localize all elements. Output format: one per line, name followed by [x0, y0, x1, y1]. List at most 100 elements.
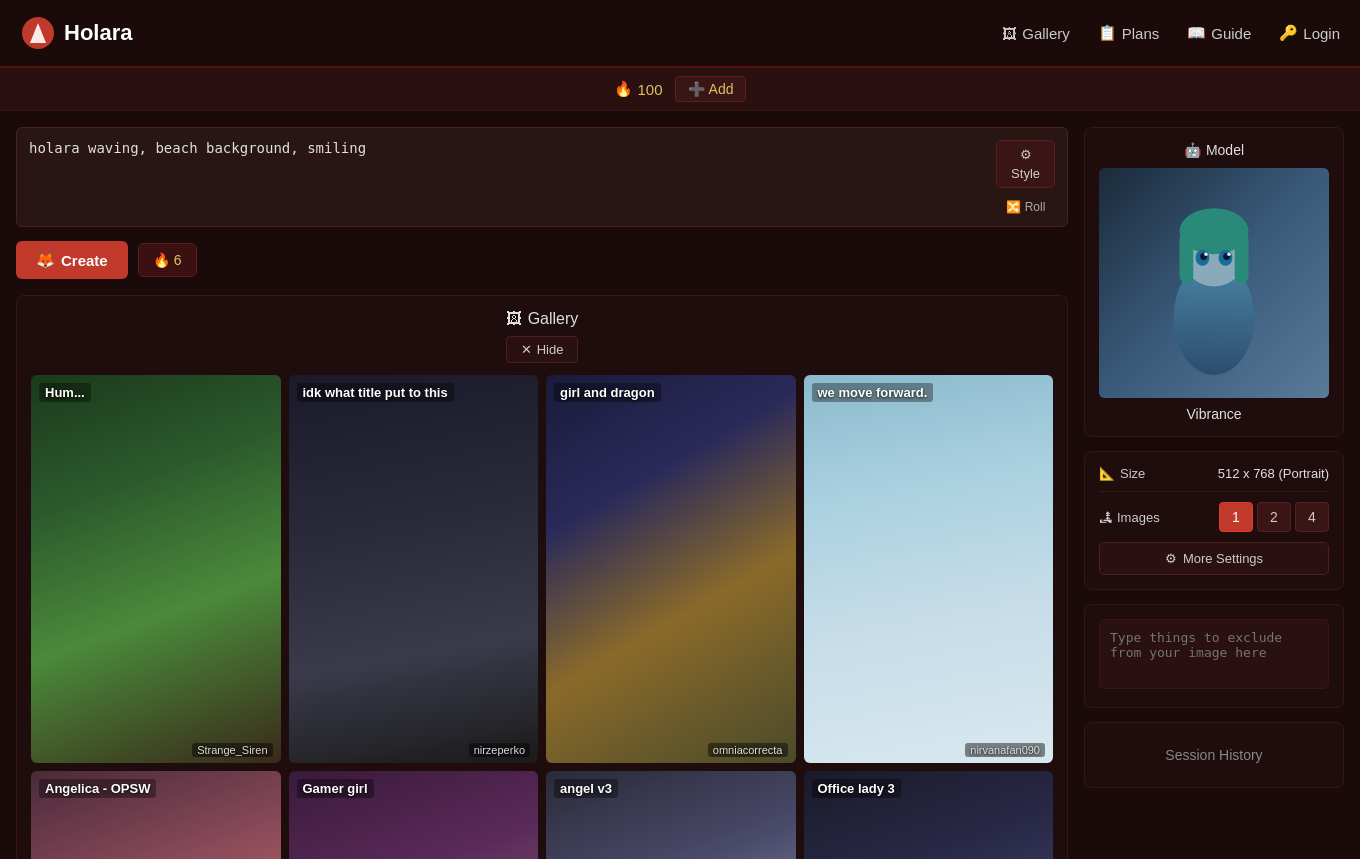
card-3-image: girl and dragon omniacorrecta	[546, 375, 796, 763]
prompt-textarea[interactable]: holara waving, beach background, smiling	[29, 140, 986, 200]
card-2-label: idk what title put to this	[297, 383, 454, 402]
create-button[interactable]: 🦊 Create	[16, 241, 128, 279]
hide-gallery-button[interactable]: ✕ Hide	[506, 336, 579, 363]
logo-text: Holara	[64, 20, 132, 46]
credits-display: 🔥 100	[614, 80, 663, 98]
right-sidebar: 🤖 Model	[1084, 127, 1344, 859]
size-icon: 📐	[1099, 466, 1115, 481]
images-icon: 🏞	[1099, 510, 1112, 525]
add-label: Add	[709, 81, 734, 97]
model-card: 🤖 Model	[1084, 127, 1344, 437]
card-8-label: Office lady 3	[812, 779, 901, 798]
guide-nav-icon: 📖	[1187, 24, 1206, 42]
main-content: holara waving, beach background, smiling…	[0, 111, 1360, 859]
add-credits-button[interactable]: ➕ Add	[675, 76, 747, 102]
gallery-header: 🖼 Gallery ✕ Hide	[31, 310, 1053, 363]
images-label: 🏞 Images	[1099, 510, 1160, 525]
create-cost-display: 🔥 6	[138, 243, 197, 277]
count-btn-2[interactable]: 2	[1257, 502, 1291, 532]
svg-point-13	[1227, 253, 1230, 256]
card-1-author: Strange_Siren	[192, 743, 272, 757]
create-icon: 🦊	[36, 251, 55, 269]
card-3-author: omniacorrecta	[708, 743, 788, 757]
svg-point-12	[1204, 253, 1207, 256]
gallery-card-3[interactable]: girl and dragon omniacorrecta	[546, 375, 796, 763]
card-8-image: Office lady 3	[804, 771, 1054, 859]
nav-plans[interactable]: 📋 Plans	[1098, 24, 1160, 42]
images-count-row: 🏞 Images 1 2 4	[1099, 502, 1329, 532]
gear-icon: ⚙	[1165, 551, 1177, 566]
size-label: 📐 Size	[1099, 466, 1145, 481]
gallery-card-2[interactable]: idk what title put to this nirzeperko	[289, 375, 539, 763]
count-btn-4[interactable]: 4	[1295, 502, 1329, 532]
size-value: 512 x 768 (Portrait)	[1218, 466, 1329, 481]
nav-guide[interactable]: 📖 Guide	[1187, 24, 1251, 42]
style-label: Style	[1011, 166, 1040, 181]
style-icon: ⚙	[1020, 147, 1032, 162]
model-title-label: Model	[1206, 142, 1244, 158]
gallery-section: 🖼 Gallery ✕ Hide Hum... Strange_Siren	[16, 295, 1068, 859]
login-nav-icon: 🔑	[1279, 24, 1298, 42]
plus-icon: ➕	[688, 81, 705, 97]
roll-button[interactable]: 🔀 Roll	[1006, 200, 1046, 214]
create-label: Create	[61, 252, 108, 269]
card-6-image: Gamer girl	[289, 771, 539, 859]
more-settings-label: More Settings	[1183, 551, 1263, 566]
card-6-label: Gamer girl	[297, 779, 374, 798]
more-settings-button[interactable]: ⚙ More Settings	[1099, 542, 1329, 575]
gallery-label: Gallery	[528, 310, 579, 328]
exclude-card	[1084, 604, 1344, 708]
create-area: 🦊 Create 🔥 6	[16, 241, 1068, 279]
card-4-label: we move forward.	[812, 383, 934, 402]
gem-icon: 🔥	[153, 252, 170, 268]
nav-guide-label: Guide	[1211, 25, 1251, 42]
holara-logo-icon	[20, 15, 56, 51]
card-5-label: Angelica - OPSW	[39, 779, 156, 798]
gallery-card-4[interactable]: we move forward. nirvanafan090	[804, 375, 1054, 763]
card-5-image: Angelica - OPSW	[31, 771, 281, 859]
cost-value: 6	[174, 252, 182, 268]
settings-card: 📐 Size 512 x 768 (Portrait) 🏞 Images 1 2…	[1084, 451, 1344, 590]
gallery-card-7[interactable]: angel v3	[546, 771, 796, 859]
image-grid: Hum... Strange_Siren idk what title put …	[31, 375, 1053, 859]
card-4-image: we move forward. nirvanafan090	[804, 375, 1054, 763]
session-history-card: Session History	[1084, 722, 1344, 788]
model-icon: 🤖	[1184, 142, 1201, 158]
nav-plans-label: Plans	[1122, 25, 1160, 42]
gallery-card-8[interactable]: Office lady 3	[804, 771, 1054, 859]
gallery-card-1[interactable]: Hum... Strange_Siren	[31, 375, 281, 763]
credits-amount: 100	[638, 81, 663, 98]
plans-nav-icon: 📋	[1098, 24, 1117, 42]
prompt-container: holara waving, beach background, smiling…	[16, 127, 1068, 227]
roll-icon: 🔀	[1006, 200, 1021, 214]
flame-icon: 🔥	[614, 80, 633, 98]
model-name: Vibrance	[1099, 406, 1329, 422]
size-row: 📐 Size 512 x 768 (Portrait)	[1099, 466, 1329, 481]
divider-1	[1099, 491, 1329, 492]
exclude-textarea[interactable]	[1099, 619, 1329, 689]
svg-rect-7	[1235, 231, 1249, 283]
nav-links: 🖼 Gallery 📋 Plans 📖 Guide 🔑 Login	[1002, 24, 1340, 42]
logo-area[interactable]: Holara	[20, 15, 132, 51]
gallery-title: 🖼 Gallery	[506, 310, 579, 328]
style-button[interactable]: ⚙ Style	[996, 140, 1055, 188]
card-1-label: Hum...	[39, 383, 91, 402]
roll-label: Roll	[1025, 200, 1046, 214]
svg-rect-6	[1180, 231, 1194, 283]
credits-bar: 🔥 100 ➕ Add	[0, 68, 1360, 111]
count-buttons: 1 2 4	[1219, 502, 1329, 532]
left-panel: holara waving, beach background, smiling…	[16, 127, 1068, 859]
hide-label: Hide	[537, 342, 564, 357]
gallery-card-6[interactable]: Gamer girl	[289, 771, 539, 859]
count-btn-1[interactable]: 1	[1219, 502, 1253, 532]
card-7-label: angel v3	[554, 779, 618, 798]
nav-login[interactable]: 🔑 Login	[1279, 24, 1340, 42]
session-history-label: Session History	[1099, 737, 1329, 773]
card-2-image: idk what title put to this nirzeperko	[289, 375, 539, 763]
model-preview[interactable]	[1099, 168, 1329, 398]
nav-gallery[interactable]: 🖼 Gallery	[1002, 25, 1070, 42]
card-3-label: girl and dragon	[554, 383, 661, 402]
close-icon: ✕	[521, 342, 532, 357]
card-2-author: nirzeperko	[469, 743, 530, 757]
gallery-card-5[interactable]: Angelica - OPSW	[31, 771, 281, 859]
